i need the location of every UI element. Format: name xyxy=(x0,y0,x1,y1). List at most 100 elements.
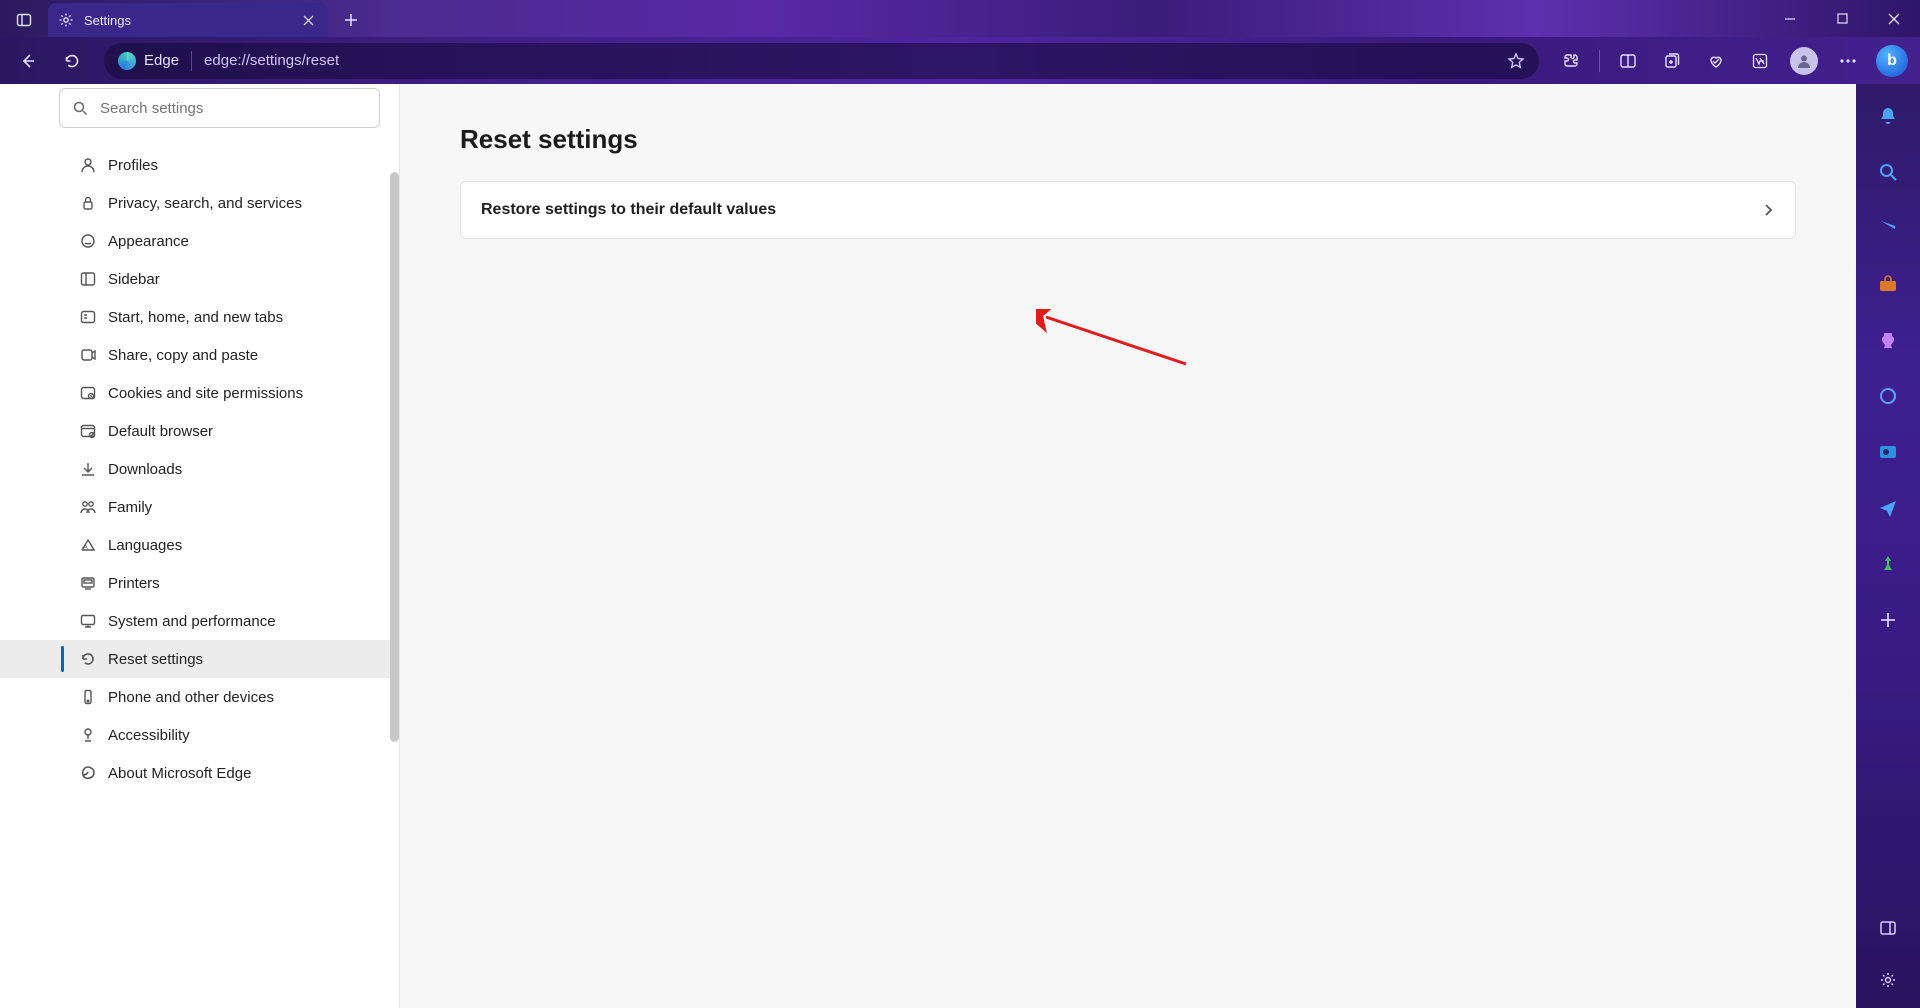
rail-m365-icon[interactable] xyxy=(1874,382,1902,410)
titlebar: Settings xyxy=(0,0,1920,37)
tab-title: Settings xyxy=(84,13,288,28)
nav-item-icon xyxy=(78,574,98,592)
toolbar: Edge b xyxy=(0,37,1920,84)
rail-settings-button[interactable] xyxy=(1874,966,1902,994)
tab-actions-button[interactable] xyxy=(6,5,42,35)
collections-button[interactable] xyxy=(1652,41,1692,81)
nav-item-icon: A xyxy=(78,536,98,554)
sidebar-item-printers[interactable]: Printers xyxy=(0,564,399,602)
rail-efficiency-icon[interactable] xyxy=(1874,550,1902,578)
nav-item-icon xyxy=(78,194,98,212)
sidebar-item-profiles[interactable]: Profiles xyxy=(0,146,399,184)
nav-item-label: Profiles xyxy=(108,157,158,174)
tab-close-button[interactable] xyxy=(298,10,318,30)
sidebar-item-system-and-performance[interactable]: System and performance xyxy=(0,602,399,640)
nav-item-icon xyxy=(78,460,98,478)
rail-drop-icon[interactable] xyxy=(1874,494,1902,522)
sidebar-item-languages[interactable]: ALanguages xyxy=(0,526,399,564)
sidebar-item-reset-settings[interactable]: Reset settings xyxy=(0,640,399,678)
sidebar-item-phone-and-other-devices[interactable]: Phone and other devices xyxy=(0,678,399,716)
rail-outlook-icon[interactable] xyxy=(1874,438,1902,466)
gear-icon xyxy=(58,12,74,28)
browser-essentials-button[interactable] xyxy=(1696,41,1736,81)
svg-text:A: A xyxy=(83,544,88,551)
settings-sidebar: Profiles Privacy, search, and services App… xyxy=(0,84,400,1008)
rail-shopping-icon[interactable] xyxy=(1874,214,1902,242)
window-close-button[interactable] xyxy=(1868,0,1920,37)
nav-item-label: Start, home, and new tabs xyxy=(108,309,283,326)
sidebar-item-sidebar[interactable]: Sidebar xyxy=(0,260,399,298)
tab-well: Settings xyxy=(0,0,368,37)
sidebar-item-appearance[interactable]: Appearance xyxy=(0,222,399,260)
settings-nav: Profiles Privacy, search, and services App… xyxy=(0,146,399,792)
split-screen-button[interactable] xyxy=(1608,41,1648,81)
rail-search-icon[interactable] xyxy=(1874,158,1902,186)
sidebar-item-privacy-search-and-services[interactable]: Privacy, search, and services xyxy=(0,184,399,222)
sidebar-scrollbar[interactable] xyxy=(390,172,399,872)
url-input[interactable] xyxy=(204,52,1495,69)
avatar-icon xyxy=(1790,47,1818,75)
separator xyxy=(1599,50,1600,72)
bing-icon: b xyxy=(1876,45,1908,77)
edge-sidebar-rail xyxy=(1856,84,1920,1008)
sidebar-item-start-home-and-new-tabs[interactable]: Start, home, and new tabs xyxy=(0,298,399,336)
site-identity-label: Edge xyxy=(144,52,179,69)
nav-item-label: Appearance xyxy=(108,233,189,250)
settings-search-input[interactable] xyxy=(100,100,367,117)
nav-item-icon xyxy=(78,422,98,440)
chevron-right-icon xyxy=(1761,203,1775,217)
nav-item-label: Downloads xyxy=(108,461,182,478)
content-area: Profiles Privacy, search, and services App… xyxy=(0,84,1920,1008)
settings-main-panel: Reset settings Restore settings to their… xyxy=(400,84,1856,1008)
nav-item-label: System and performance xyxy=(108,613,276,630)
nav-item-icon xyxy=(78,650,98,668)
sidebar-item-share-copy-and-paste[interactable]: Share, copy and paste xyxy=(0,336,399,374)
nav-item-label: Printers xyxy=(108,575,160,592)
nav-item-icon xyxy=(78,346,98,364)
extensions-button[interactable] xyxy=(1551,41,1591,81)
restore-defaults-label: Restore settings to their default values xyxy=(481,201,1761,219)
rail-tools-icon[interactable] xyxy=(1874,270,1902,298)
sidebar-item-family[interactable]: Family xyxy=(0,488,399,526)
nav-item-icon xyxy=(78,232,98,250)
more-menu-button[interactable] xyxy=(1828,41,1868,81)
nav-item-label: Privacy, search, and services xyxy=(108,195,302,212)
window-minimize-button[interactable] xyxy=(1764,0,1816,37)
sidebar-item-downloads[interactable]: Downloads xyxy=(0,450,399,488)
rail-games-icon[interactable] xyxy=(1874,326,1902,354)
browser-tab[interactable]: Settings xyxy=(48,3,328,37)
nav-item-label: Phone and other devices xyxy=(108,689,274,706)
favorite-star-icon[interactable] xyxy=(1507,52,1525,70)
sidebar-item-cookies-and-site-permissions[interactable]: Cookies and site permissions xyxy=(0,374,399,412)
math-solver-button[interactable] xyxy=(1740,41,1780,81)
nav-item-icon xyxy=(78,612,98,630)
nav-item-icon xyxy=(78,498,98,516)
settings-search-box[interactable] xyxy=(59,88,380,128)
address-bar[interactable]: Edge xyxy=(104,43,1539,79)
nav-item-label: Accessibility xyxy=(108,727,190,744)
rail-add-button[interactable] xyxy=(1874,606,1902,634)
annotation-arrow xyxy=(1036,309,1206,379)
nav-item-label: Cookies and site permissions xyxy=(108,385,303,402)
nav-item-icon xyxy=(78,726,98,744)
site-identity-chip[interactable]: Edge xyxy=(118,52,179,70)
window-maximize-button[interactable] xyxy=(1816,0,1868,37)
nav-item-label: Reset settings xyxy=(108,651,203,668)
restore-defaults-row[interactable]: Restore settings to their default values xyxy=(460,181,1796,239)
rail-hide-sidebar-button[interactable] xyxy=(1874,914,1902,942)
new-tab-button[interactable] xyxy=(334,5,368,35)
bing-chat-button[interactable]: b xyxy=(1872,41,1912,81)
sidebar-item-accessibility[interactable]: Accessibility xyxy=(0,716,399,754)
rail-notifications-icon[interactable] xyxy=(1874,102,1902,130)
nav-item-icon xyxy=(78,764,98,782)
edge-logo-icon xyxy=(118,52,136,70)
nav-item-label: Default browser xyxy=(108,423,213,440)
nav-item-icon xyxy=(78,688,98,706)
sidebar-item-default-browser[interactable]: Default browser xyxy=(0,412,399,450)
refresh-button[interactable] xyxy=(52,41,92,81)
sidebar-item-about-microsoft-edge[interactable]: About Microsoft Edge xyxy=(0,754,399,792)
profile-button[interactable] xyxy=(1784,41,1824,81)
scrollbar-thumb[interactable] xyxy=(390,172,399,742)
back-button[interactable] xyxy=(8,41,48,81)
nav-item-icon xyxy=(78,384,98,402)
